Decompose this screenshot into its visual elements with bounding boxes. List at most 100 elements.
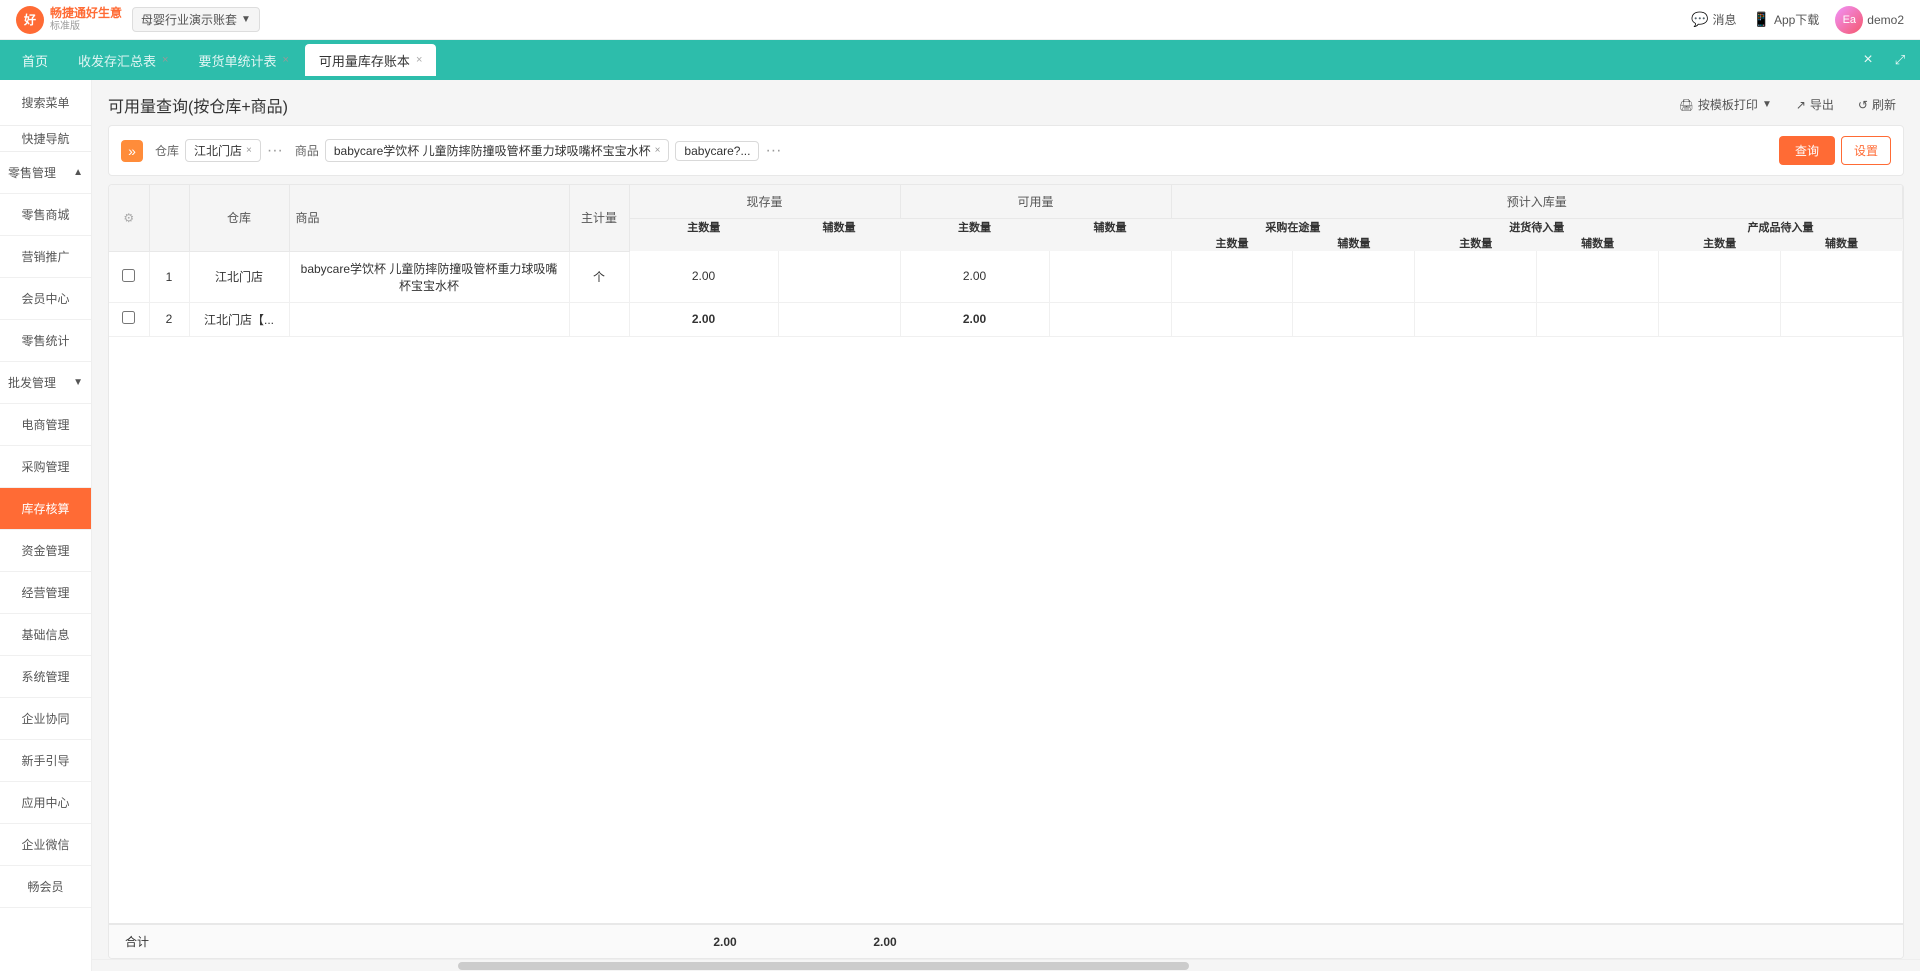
tab-order[interactable]: 要货单统计表 × (184, 44, 302, 76)
product-remove-icon[interactable]: × (655, 145, 661, 156)
sidebar-item-member-plus[interactable]: 畅会员 (0, 866, 91, 908)
sidebar-item-wx-work[interactable]: 企业微信 (0, 824, 91, 866)
message-btn[interactable]: 💬 消息 (1691, 11, 1736, 28)
user-menu[interactable]: Ea demo2 (1835, 6, 1904, 34)
refresh-btn[interactable]: ↺ 刷新 (1850, 92, 1904, 117)
row-current-main: 2.00 (629, 251, 778, 302)
print-icon: 🖨 (1679, 98, 1694, 112)
settings-icon[interactable]: ⚙ (123, 211, 134, 225)
product-extra-tag[interactable]: babycare?... (675, 141, 759, 161)
col-pur-main: 主数量 (1171, 235, 1293, 251)
bottom-scrollbar[interactable] (92, 959, 1920, 971)
sidebar-item-enterprise[interactable]: 企业协同 (0, 698, 91, 740)
warehouse-tag[interactable]: 江北门店 × (185, 139, 261, 162)
sidebar-item-retail-mgmt[interactable]: 零售管理 ▲ (0, 152, 91, 194)
brand-selector[interactable]: 母婴行业演示账套 ▼ (132, 7, 260, 32)
print-btn[interactable]: 🖨 按模板打印 ▼ (1671, 92, 1780, 117)
sidebar-item-marketing[interactable]: 营销推广 (0, 236, 91, 278)
col-pur-aux: 辅数量 (1293, 235, 1415, 251)
filter-expand-btn[interactable]: » (121, 140, 143, 162)
page-actions: 🖨 按模板打印 ▼ ↗ 导出 ↺ 刷新 (1671, 92, 1904, 117)
row-checkbox[interactable] (109, 251, 149, 302)
row-pur-main (1171, 251, 1293, 302)
col-available-main-header: 主数量 (900, 219, 1049, 236)
sidebar-item-member[interactable]: 会员中心 (0, 278, 91, 320)
nav-tabs-right: × ⤢ (1856, 48, 1912, 72)
page-title: 可用量查询(按仓库+商品) (108, 93, 288, 117)
col-available-header: 可用量 (900, 185, 1171, 219)
tab-available-close[interactable]: × (416, 54, 422, 66)
sidebar-item-basic-info[interactable]: 基础信息 (0, 614, 91, 656)
logo-area: 好 畅捷通好生意 标准版 (16, 6, 122, 34)
nav-tabs-left: 首页 收发存汇总表 × 要货单统计表 × 可用量库存账本 × (8, 40, 436, 80)
sidebar-item-retail-stats[interactable]: 零售统计 (0, 320, 91, 362)
sidebar-item-ecommerce[interactable]: 电商管理 (0, 404, 91, 446)
product-more-icon[interactable]: ··· (765, 142, 781, 160)
sidebar-item-retail-mall[interactable]: 零售商城 (0, 194, 91, 236)
sidebar-item-label: 零售管理 (8, 164, 56, 181)
sidebar-item-ops[interactable]: 经营管理 (0, 572, 91, 614)
refresh-label: 刷新 (1872, 96, 1896, 113)
row-pur-aux (1293, 251, 1415, 302)
row-pur-aux (1293, 302, 1415, 336)
warehouse-remove-icon[interactable]: × (246, 145, 252, 156)
row-current-aux (778, 302, 900, 336)
tab-available[interactable]: 可用量库存账本 × (305, 44, 436, 76)
row-pro-main (1659, 302, 1781, 336)
tab-receive-close[interactable]: × (162, 54, 168, 66)
search-menu-btn[interactable]: 搜索菜单 (8, 90, 83, 115)
export-icon: ↗ (1796, 98, 1806, 112)
sidebar-item-label: 应用中心 (21, 794, 69, 811)
tab-order-label: 要货单统计表 (198, 51, 276, 70)
row-available-aux (1049, 251, 1171, 302)
username-label: demo2 (1867, 13, 1904, 27)
checkbox-input[interactable] (122, 269, 135, 282)
row-available-main: 2.00 (900, 251, 1049, 302)
row-unit: 个 (569, 251, 629, 302)
product-filter-group: 商品 babycare学饮杯 儿童防摔防撞吸管杯重力球吸嘴杯宝宝水杯 × bab… (295, 139, 782, 162)
row-inc-main (1415, 251, 1537, 302)
export-btn[interactable]: ↗ 导出 (1788, 92, 1842, 117)
sidebar-item-purchase[interactable]: 采购管理 (0, 446, 91, 488)
product-tag[interactable]: babycare学饮杯 儿童防摔防撞吸管杯重力球吸嘴杯宝宝水杯 × (325, 139, 670, 162)
nav-tabs: 首页 收发存汇总表 × 要货单统计表 × 可用量库存账本 × × ⤢ (0, 40, 1920, 80)
row-warehouse: 江北门店 (189, 251, 289, 302)
sidebar-item-finance[interactable]: 资金管理 (0, 530, 91, 572)
col-pro-main: 主数量 (1659, 235, 1781, 251)
footer-label: 合计 (125, 933, 605, 950)
tab-receive-label: 收发存汇总表 (78, 51, 156, 70)
query-button[interactable]: 查询 (1779, 136, 1835, 165)
close-all-btn[interactable]: × (1856, 48, 1880, 72)
tab-home[interactable]: 首页 (8, 44, 62, 76)
table-footer: 合计 2.00 2.00 (109, 923, 1903, 958)
row-num: 2 (149, 302, 189, 336)
app-download-btn[interactable]: 📱 App下载 (1753, 11, 1820, 28)
sidebar-item-sys-mgmt[interactable]: 系统管理 (0, 656, 91, 698)
expand-btn[interactable]: ⤢ (1888, 48, 1912, 72)
sidebar-item-label: 采购管理 (21, 458, 69, 475)
tab-order-close[interactable]: × (282, 54, 288, 66)
quick-nav-btn[interactable]: 快捷导航 (0, 126, 91, 152)
warehouse-more-icon[interactable]: ··· (267, 142, 283, 160)
checkbox-input[interactable] (122, 311, 135, 324)
scroll-thumb[interactable] (458, 962, 1189, 970)
row-checkbox[interactable] (109, 302, 149, 336)
col-current-aux-header: 辅数量 (778, 219, 900, 236)
col-cs-aux2 (778, 235, 900, 251)
table-scroll[interactable]: ⚙ 仓库 商品 主计量 现存量 可用量 预计入库量 主数量 辅数 (109, 185, 1903, 923)
sidebar-item-wholesale[interactable]: 批发管理 ▼ (0, 362, 91, 404)
sidebar-item-inventory[interactable]: 库存核算 (0, 488, 91, 530)
col-planned-in-header: 预计入库量 (1171, 185, 1903, 219)
sidebar-item-app-center[interactable]: 应用中心 (0, 782, 91, 824)
col-checkbox-header[interactable]: ⚙ (109, 185, 149, 251)
settings-button[interactable]: 设置 (1841, 136, 1891, 165)
tab-receive[interactable]: 收发存汇总表 × (64, 44, 182, 76)
sidebar-item-new-guide[interactable]: 新手引导 (0, 740, 91, 782)
page-header: 可用量查询(按仓库+商品) 🖨 按模板打印 ▼ ↗ 导出 ↺ 刷新 (92, 80, 1920, 125)
row-current-main: 2.00 (629, 302, 778, 336)
row-pur-main (1171, 302, 1293, 336)
sidebar-item-label: 系统管理 (21, 668, 69, 685)
col-product-header: 商品 (289, 185, 569, 251)
sidebar-item-label: 批发管理 (8, 374, 56, 391)
sidebar-item-label: 企业微信 (21, 836, 69, 853)
